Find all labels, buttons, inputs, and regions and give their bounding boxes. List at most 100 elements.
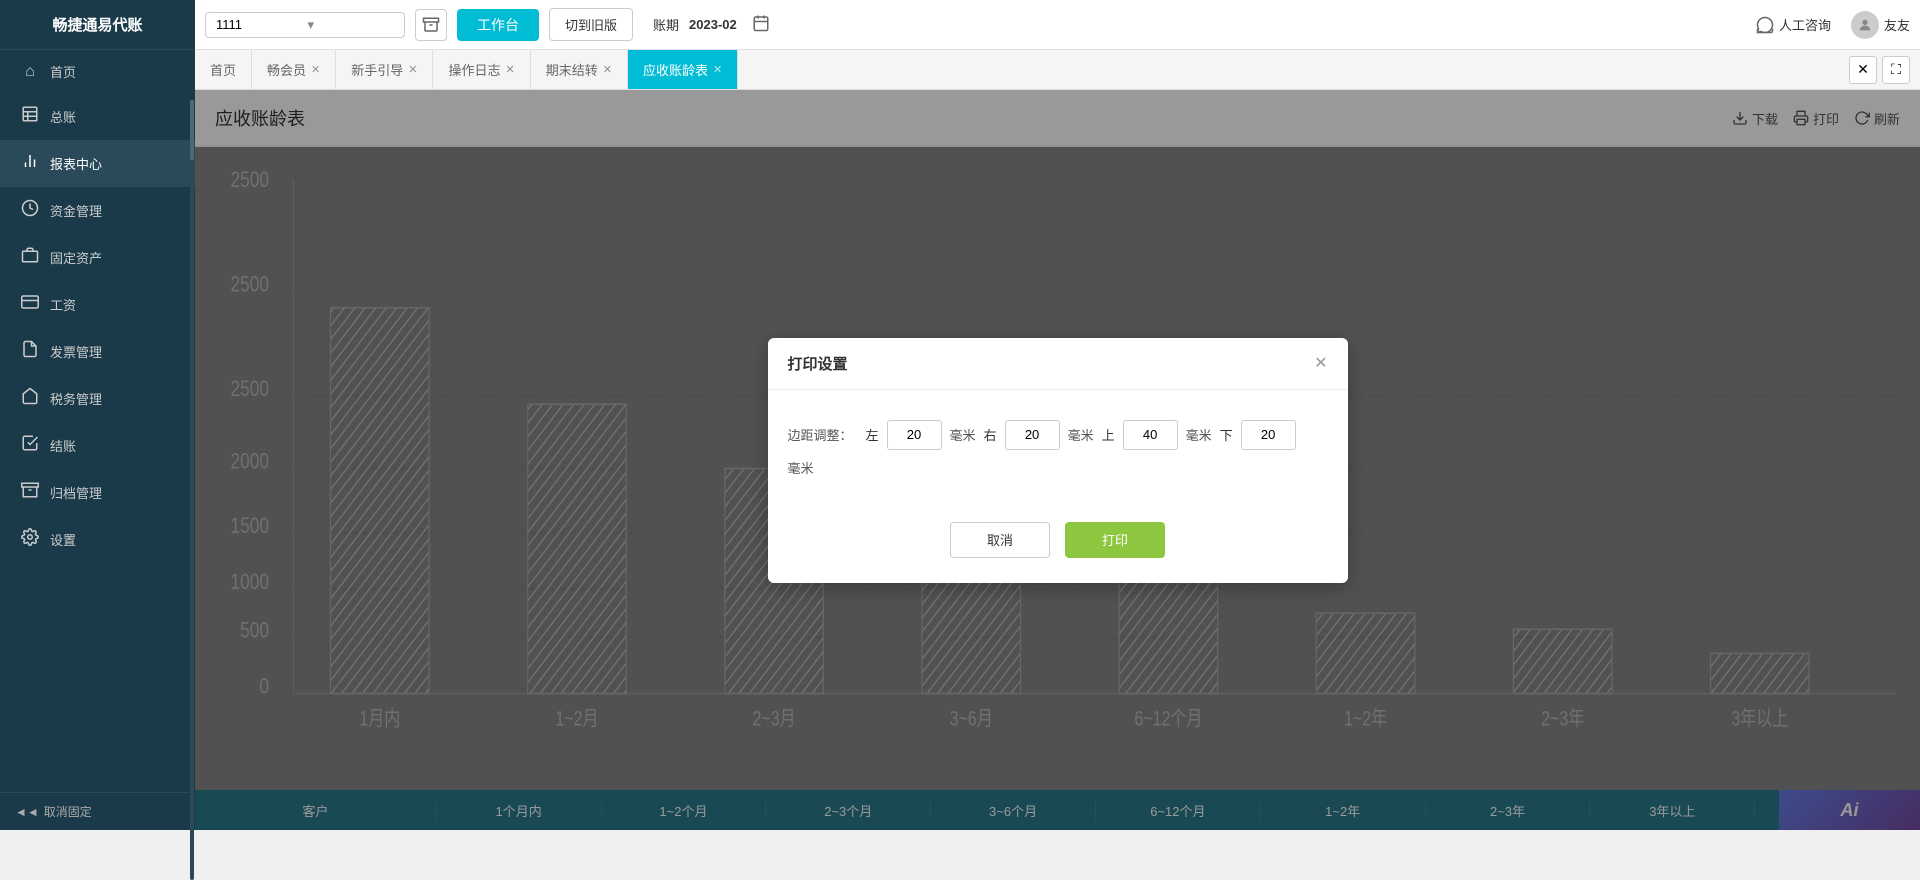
modal-body: 边距调整： 左 毫米 右 毫米 上 毫米 下 毫米	[768, 390, 1348, 507]
tabs-actions: ✕ ⛶	[1839, 56, 1920, 84]
tab-aging-close[interactable]: ✕	[713, 63, 722, 76]
modal-footer: 取消 打印	[768, 507, 1348, 583]
tab-home[interactable]: 首页	[195, 50, 252, 89]
closing-icon	[20, 434, 40, 457]
switch-version-button[interactable]: 切到旧版	[549, 8, 633, 41]
sidebar-item-assets[interactable]: 固定资产	[0, 234, 195, 281]
sidebar-item-home[interactable]: ⌂ 首页	[0, 50, 195, 93]
sidebar-item-ledger[interactable]: 总账	[0, 93, 195, 140]
pin-label: 取消固定	[44, 803, 92, 820]
modal-close-button[interactable]: ✕	[1314, 353, 1327, 373]
sidebar-item-invoice[interactable]: 发票管理	[0, 328, 195, 375]
sidebar-label-funds: 资金管理	[50, 201, 102, 220]
tab-closing-label: 期末结转	[546, 60, 598, 79]
ledger-icon	[20, 105, 40, 128]
sidebar-item-closing[interactable]: 结账	[0, 422, 195, 469]
left-margin-input[interactable]	[887, 420, 942, 450]
top-unit: 毫米	[1186, 425, 1212, 444]
tab-closing[interactable]: 期末结转 ✕	[531, 50, 628, 89]
archive-sidebar-icon	[20, 481, 40, 504]
top-label: 上	[1102, 425, 1115, 444]
modal-title: 打印设置	[788, 353, 848, 374]
sidebar-label-salary: 工资	[50, 295, 76, 314]
sidebar-label-invoice: 发票管理	[50, 342, 102, 361]
margin-row: 边距调整： 左 毫米 右 毫米 上 毫米 下 毫米	[788, 420, 1328, 477]
right-unit: 毫米	[1068, 425, 1094, 444]
funds-icon	[20, 199, 40, 222]
tab-guide[interactable]: 新手引导 ✕	[336, 50, 433, 89]
period-value: 2023-02	[689, 17, 737, 32]
tab-oplog-close[interactable]: ✕	[506, 63, 515, 76]
sidebar-item-funds[interactable]: 资金管理	[0, 187, 195, 234]
consult-label: 人工咨询	[1779, 15, 1831, 34]
sidebar-label-reports: 报表中心	[50, 154, 102, 173]
tab-guide-close[interactable]: ✕	[408, 63, 417, 76]
user-button[interactable]: 友友	[1851, 11, 1910, 39]
left-label: 左	[866, 425, 879, 444]
bottom-label: 下	[1220, 425, 1233, 444]
tab-closing-close[interactable]: ✕	[603, 63, 612, 76]
tab-aging[interactable]: 应收账龄表 ✕	[628, 50, 738, 89]
period-label: 账期	[653, 15, 679, 34]
sidebar-label-home: 首页	[50, 62, 76, 81]
pin-toggle-button[interactable]: ◄◄ 取消固定	[0, 792, 195, 830]
pin-icon: ◄◄	[15, 805, 39, 819]
sidebar-item-salary[interactable]: 工资	[0, 281, 195, 328]
bottom-margin-input[interactable]	[1241, 420, 1296, 450]
sidebar-label-assets: 固定资产	[50, 248, 102, 267]
bottom-unit: 毫米	[788, 458, 814, 477]
dropdown-arrow-icon: ▾	[308, 17, 395, 33]
user-label: 友友	[1884, 15, 1910, 34]
salary-icon	[20, 293, 40, 316]
settings-icon	[20, 528, 40, 551]
left-unit: 毫米	[950, 425, 976, 444]
sidebar: ⌂ 首页 总账 报表中心 资金管理	[0, 50, 195, 830]
sidebar-label-settings: 设置	[50, 530, 76, 549]
assets-icon	[20, 246, 40, 269]
top-header: 畅捷通易代账 1111 ▾ 工作台 切到旧版 账期 2023-02 人工咨询 友…	[0, 0, 1920, 50]
content-area: 首页 畅会员 ✕ 新手引导 ✕ 操作日志 ✕ 期末结转 ✕ 应收账龄表 ✕	[195, 50, 1920, 830]
sidebar-label-archive: 归档管理	[50, 483, 102, 502]
tab-member-close[interactable]: ✕	[311, 63, 320, 76]
archive-button[interactable]	[415, 9, 447, 41]
tax-icon	[20, 387, 40, 410]
tabs-bar: 首页 畅会员 ✕ 新手引导 ✕ 操作日志 ✕ 期末结转 ✕ 应收账龄表 ✕	[195, 50, 1920, 90]
main-layout: ⌂ 首页 总账 报表中心 资金管理	[0, 50, 1920, 830]
margin-adjust-label: 边距调整：	[788, 425, 853, 444]
tab-member-label: 畅会员	[267, 60, 306, 79]
invoice-icon	[20, 340, 40, 363]
sidebar-item-reports[interactable]: 报表中心	[0, 140, 195, 187]
header-right: 人工咨询 友友	[1756, 11, 1910, 39]
workbench-button[interactable]: 工作台	[457, 9, 539, 41]
right-margin-input[interactable]	[1005, 420, 1060, 450]
modal-header: 打印设置 ✕	[768, 338, 1348, 390]
avatar	[1851, 11, 1879, 39]
tab-member[interactable]: 畅会员 ✕	[252, 50, 336, 89]
home-icon: ⌂	[20, 63, 40, 81]
right-label: 右	[984, 425, 997, 444]
tab-oplog[interactable]: 操作日志 ✕	[433, 50, 530, 89]
sidebar-label-ledger: 总账	[50, 107, 76, 126]
sidebar-item-archive[interactable]: 归档管理	[0, 469, 195, 516]
reports-icon	[20, 152, 40, 175]
tab-close-button[interactable]: ✕	[1849, 56, 1877, 84]
tab-maximize-button[interactable]: ⛶	[1882, 56, 1910, 84]
modal-overlay: 打印设置 ✕ 边距调整： 左 毫米 右 毫米 上	[195, 90, 1920, 830]
sidebar-item-tax[interactable]: 税务管理	[0, 375, 195, 422]
cancel-button[interactable]: 取消	[950, 522, 1050, 558]
confirm-print-button[interactable]: 打印	[1065, 522, 1165, 558]
tab-aging-label: 应收账龄表	[643, 60, 708, 79]
company-selector[interactable]: 1111 ▾	[205, 12, 405, 38]
calendar-icon[interactable]	[752, 14, 770, 35]
app-logo: 畅捷通易代账	[52, 14, 142, 35]
tab-guide-label: 新手引导	[351, 60, 403, 79]
page-content: 应收账龄表 下载 打印 刷新	[195, 90, 1920, 830]
consult-button[interactable]: 人工咨询	[1756, 15, 1831, 34]
tab-oplog-label: 操作日志	[448, 60, 500, 79]
sidebar-scroll: ⌂ 首页 总账 报表中心 资金管理	[0, 50, 195, 792]
sidebar-label-closing: 结账	[50, 436, 76, 455]
sidebar-item-settings[interactable]: 设置	[0, 516, 195, 563]
top-margin-input[interactable]	[1123, 420, 1178, 450]
company-name: 1111	[216, 17, 303, 32]
print-settings-modal: 打印设置 ✕ 边距调整： 左 毫米 右 毫米 上	[768, 338, 1348, 583]
